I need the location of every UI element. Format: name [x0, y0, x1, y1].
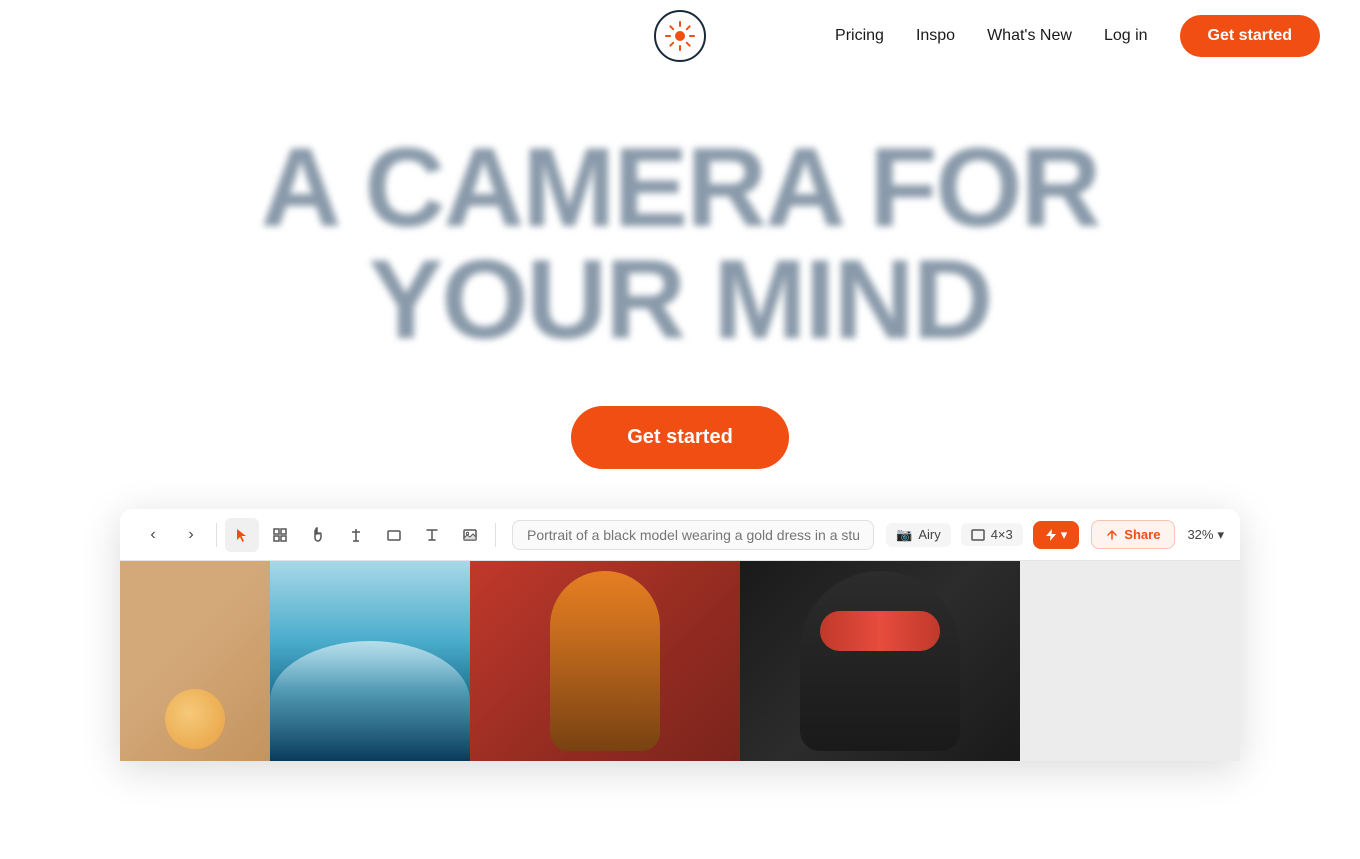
text-size-tool-button[interactable]	[339, 518, 373, 552]
hero-title: A CAMERA FOR YOUR MIND	[261, 132, 1100, 356]
nav-get-started-button[interactable]: Get started	[1180, 15, 1320, 57]
share-label: Share	[1124, 527, 1160, 542]
hero-get-started-button[interactable]: Get started	[571, 406, 789, 469]
nav-login[interactable]: Log in	[1104, 27, 1148, 45]
hero-title-line2: YOUR MIND	[369, 237, 992, 362]
person-4	[800, 571, 960, 751]
nav-pricing[interactable]: Pricing	[835, 27, 884, 45]
photo-panel-1	[120, 561, 270, 761]
photo-1-object	[165, 689, 225, 749]
app-preview: ‹ ›	[120, 509, 1240, 761]
nav-inspo[interactable]: Inspo	[916, 27, 955, 45]
ratio-badge[interactable]: 4×3	[961, 523, 1023, 546]
toolbar-divider-1	[216, 523, 217, 547]
nav-whats-new[interactable]: What's New	[987, 27, 1072, 45]
photo-panel-4	[740, 561, 1020, 761]
zoom-chevron-icon: ▾	[1217, 527, 1224, 543]
share-button[interactable]: Share	[1091, 520, 1175, 549]
camera-mode-label: Airy	[918, 527, 940, 542]
toolbar: ‹ ›	[120, 509, 1240, 561]
goggles	[820, 611, 940, 651]
canvas-area	[120, 561, 1240, 761]
hero-title-line1: A CAMERA FOR	[261, 125, 1100, 250]
photo-panel-3	[470, 561, 740, 761]
photo-panel-2	[270, 561, 470, 761]
generate-button[interactable]: ▾	[1033, 521, 1080, 549]
back-button[interactable]: ‹	[136, 518, 170, 552]
camera-icon: 📷	[896, 527, 912, 543]
select-tool-button[interactable]	[225, 518, 259, 552]
hero-section: A CAMERA FOR YOUR MIND Get started	[0, 72, 1360, 509]
lightning-icon	[1045, 528, 1057, 542]
grid-tool-button[interactable]	[263, 518, 297, 552]
wave-overlay	[270, 641, 470, 761]
ratio-label: 4×3	[991, 527, 1013, 542]
ratio-icon	[971, 528, 985, 542]
logo[interactable]	[654, 10, 706, 62]
prompt-input[interactable]	[512, 520, 874, 550]
text-tool-button[interactable]	[415, 518, 449, 552]
rect-tool-button[interactable]	[377, 518, 411, 552]
pan-tool-button[interactable]	[301, 518, 335, 552]
navbar: Pricing Inspo What's New Log in Get star…	[0, 0, 1360, 72]
camera-mode-badge[interactable]: 📷 Airy	[886, 523, 951, 547]
toolbar-divider-2	[495, 523, 496, 547]
image-tool-button[interactable]	[453, 518, 487, 552]
zoom-level: 32%	[1187, 527, 1213, 542]
person-3	[550, 571, 660, 751]
generate-chevron: ▾	[1061, 527, 1068, 543]
forward-button[interactable]: ›	[174, 518, 208, 552]
nav-links: Pricing Inspo What's New Log in Get star…	[835, 15, 1320, 57]
share-icon	[1106, 529, 1118, 541]
zoom-control[interactable]: 32% ▾	[1187, 527, 1224, 543]
